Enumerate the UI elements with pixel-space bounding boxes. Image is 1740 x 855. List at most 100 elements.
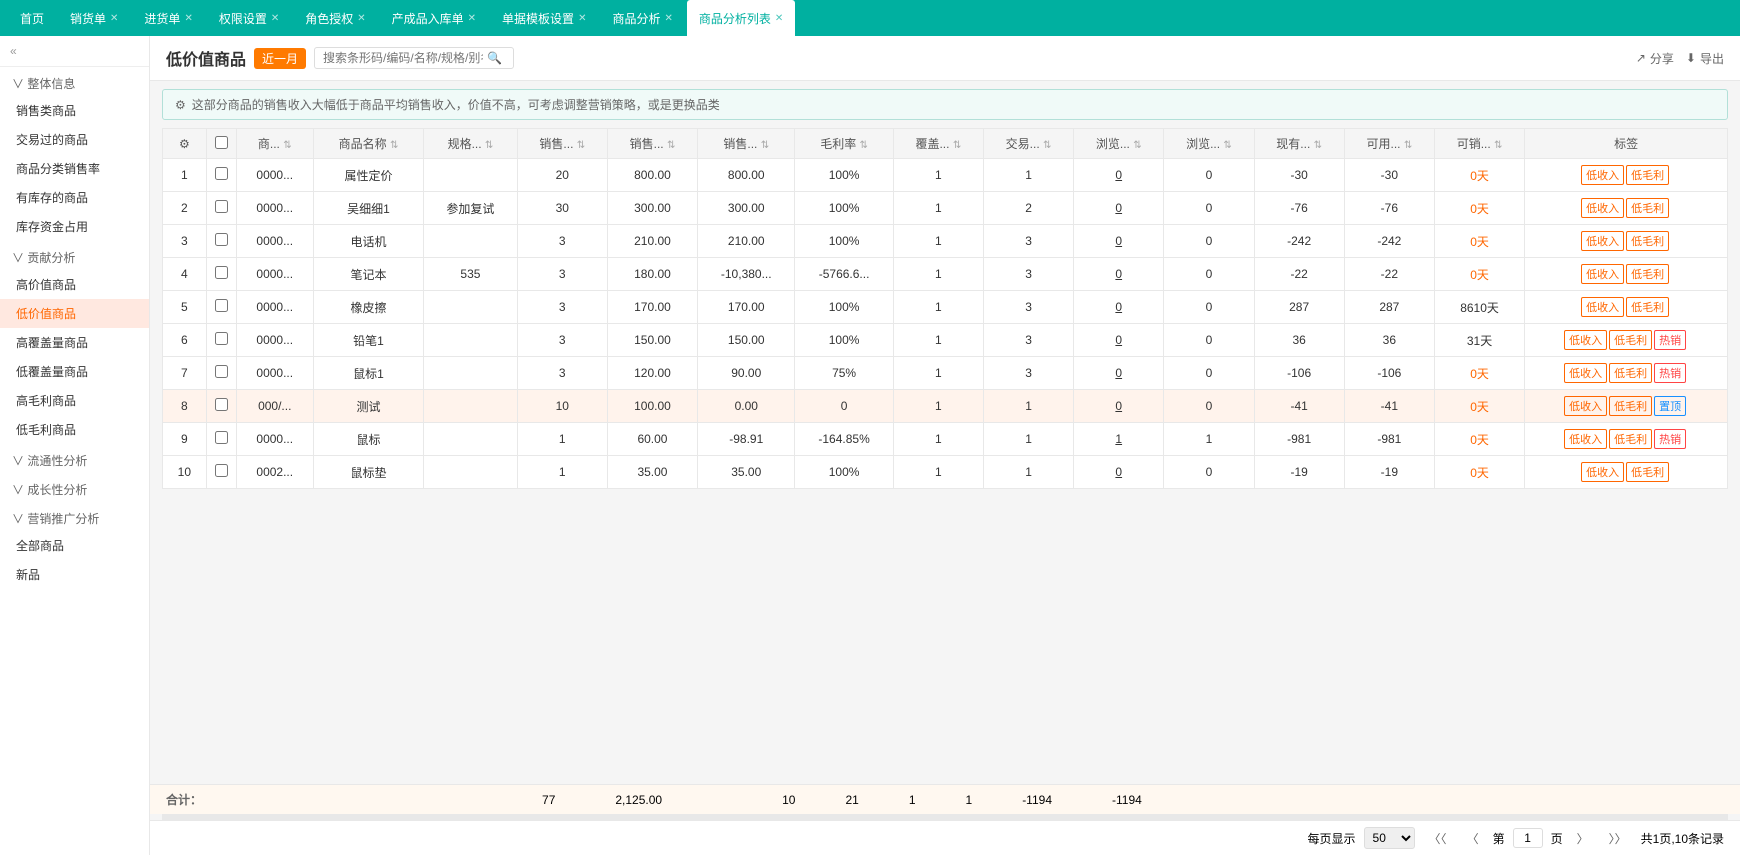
export-icon: ⬇	[1686, 51, 1696, 65]
select-all-checkbox[interactable]	[215, 136, 228, 149]
view1-link[interactable]: 0	[1115, 234, 1122, 248]
cell-name: 鼠标垫	[313, 456, 423, 489]
last-page-btn[interactable]: 〉〉	[1603, 828, 1633, 849]
cell-coverage: 1	[893, 324, 983, 357]
close-icon[interactable]: ✕	[271, 13, 279, 24]
view1-link[interactable]: 0	[1115, 168, 1122, 182]
cell-checkbox	[206, 423, 236, 456]
tag: 低收入	[1564, 429, 1607, 449]
view1-link[interactable]: 0	[1115, 267, 1122, 281]
search-input[interactable]	[323, 51, 483, 65]
search-icon[interactable]: 🔍	[487, 51, 502, 65]
cell-checkbox	[206, 159, 236, 192]
view1-link[interactable]: 0	[1115, 465, 1122, 479]
cell-sales-price: 800.00	[607, 159, 697, 192]
row-checkbox[interactable]	[215, 200, 228, 213]
sidebar-item-low-coverage[interactable]: 低覆盖量商品	[0, 357, 149, 386]
prev-page-btn[interactable]: 〈	[1461, 828, 1485, 849]
cell-sales-qty: 20	[517, 159, 607, 192]
col-settings[interactable]: ⚙	[163, 129, 207, 159]
nav-sales[interactable]: 销货单 ✕	[58, 0, 130, 36]
view1-link[interactable]: 0	[1115, 201, 1122, 215]
view1-link[interactable]: 0	[1115, 300, 1122, 314]
nav-template[interactable]: 单据模板设置 ✕	[490, 0, 598, 36]
nav-permissions[interactable]: 权限设置 ✕	[207, 0, 291, 36]
cell-view2: 0	[1164, 324, 1254, 357]
sidebar-group-contribution: ∨ 贡献分析	[0, 241, 149, 270]
tag: 低收入	[1581, 297, 1624, 317]
view1-link[interactable]: 0	[1115, 366, 1122, 380]
row-checkbox[interactable]	[215, 332, 228, 345]
next-page-btn[interactable]: 〉	[1571, 828, 1595, 849]
cell-code: 0000...	[236, 192, 313, 225]
cell-view1: 0	[1074, 390, 1164, 423]
nav-roles[interactable]: 角色授权 ✕	[293, 0, 377, 36]
view1-link[interactable]: 0	[1115, 399, 1122, 413]
cell-checkbox	[206, 225, 236, 258]
close-icon[interactable]: ✕	[775, 13, 783, 24]
first-page-btn[interactable]: 〈〈	[1423, 828, 1453, 849]
sidebar-item-high-coverage[interactable]: 高覆盖量商品	[0, 328, 149, 357]
sidebar-item-low-value[interactable]: 低价值商品	[0, 299, 149, 328]
row-checkbox[interactable]	[215, 233, 228, 246]
sidebar-item-category-sales[interactable]: 商品分类销售率	[0, 154, 149, 183]
filter-button[interactable]: 近一月	[254, 48, 306, 69]
cell-name: 电话机	[313, 225, 423, 258]
sidebar-group-growth[interactable]: ∨ 成长性分析	[0, 473, 149, 502]
sidebar-group-liquidity[interactable]: ∨ 流通性分析	[0, 444, 149, 473]
row-checkbox[interactable]	[215, 431, 228, 444]
page-title: 低价值商品	[166, 46, 246, 70]
nav-warehouse[interactable]: 产成品入库单 ✕	[380, 0, 488, 36]
nav-product-analysis-list[interactable]: 商品分析列表 ✕	[687, 0, 795, 36]
close-icon[interactable]: ✕	[578, 13, 586, 24]
sidebar-collapse-btn[interactable]: «	[8, 42, 19, 60]
cell-sellable-days: 0天	[1434, 390, 1524, 423]
row-checkbox[interactable]	[215, 365, 228, 378]
cell-view2: 0	[1164, 357, 1254, 390]
sidebar-item-stocked-products[interactable]: 有库存的商品	[0, 183, 149, 212]
close-icon[interactable]: ✕	[357, 13, 365, 24]
close-icon[interactable]: ✕	[664, 13, 672, 24]
view1-link[interactable]: 1	[1115, 432, 1122, 446]
sidebar-item-all-products[interactable]: 全部商品	[0, 531, 149, 560]
cell-sales-amount: -98.91	[698, 423, 795, 456]
cell-spec	[424, 423, 517, 456]
row-checkbox[interactable]	[215, 299, 228, 312]
cell-sales-amount: 210.00	[698, 225, 795, 258]
sidebar-item-sales-products[interactable]: 销售类商品	[0, 96, 149, 125]
nav-purchase[interactable]: 进货单 ✕	[132, 0, 204, 36]
total-current: -1194	[1022, 793, 1052, 807]
sidebar-item-high-value[interactable]: 高价值商品	[0, 270, 149, 299]
close-icon[interactable]: ✕	[468, 13, 476, 24]
row-checkbox[interactable]	[215, 464, 228, 477]
share-button[interactable]: ↗ 分享	[1636, 50, 1674, 67]
sidebar-item-high-margin[interactable]: 高毛利商品	[0, 386, 149, 415]
cell-tags: 低收入低毛利置顶	[1525, 390, 1728, 423]
nav-home[interactable]: 首页	[8, 0, 56, 36]
export-button[interactable]: ⬇ 导出	[1686, 50, 1724, 67]
total-coverage: 10	[782, 793, 795, 807]
sidebar-item-low-margin[interactable]: 低毛利商品	[0, 415, 149, 444]
close-icon[interactable]: ✕	[184, 13, 192, 24]
page-input[interactable]	[1513, 828, 1543, 848]
row-checkbox[interactable]	[215, 398, 228, 411]
col-tags: 标签	[1525, 129, 1728, 159]
cell-sales-qty: 3	[517, 291, 607, 324]
nav-product-analysis[interactable]: 商品分析 ✕	[600, 0, 684, 36]
row-checkbox[interactable]	[215, 266, 228, 279]
sidebar-item-traded-products[interactable]: 交易过的商品	[0, 125, 149, 154]
sidebar-item-new-products[interactable]: 新品	[0, 560, 149, 589]
view1-link[interactable]: 0	[1115, 333, 1122, 347]
cell-sellable-days: 0天	[1434, 258, 1524, 291]
close-icon[interactable]: ✕	[110, 13, 118, 24]
cell-view2: 0	[1164, 225, 1254, 258]
cell-code: 0000...	[236, 258, 313, 291]
page-size-select[interactable]: 50 100 200	[1364, 827, 1415, 849]
sidebar-item-inventory-capital[interactable]: 库存资金占用	[0, 212, 149, 241]
row-checkbox[interactable]	[215, 167, 228, 180]
col-checkbox	[206, 129, 236, 159]
cell-sales-price: 60.00	[607, 423, 697, 456]
cell-spec	[424, 291, 517, 324]
cell-sales-qty: 1	[517, 423, 607, 456]
cell-coverage: 1	[893, 258, 983, 291]
